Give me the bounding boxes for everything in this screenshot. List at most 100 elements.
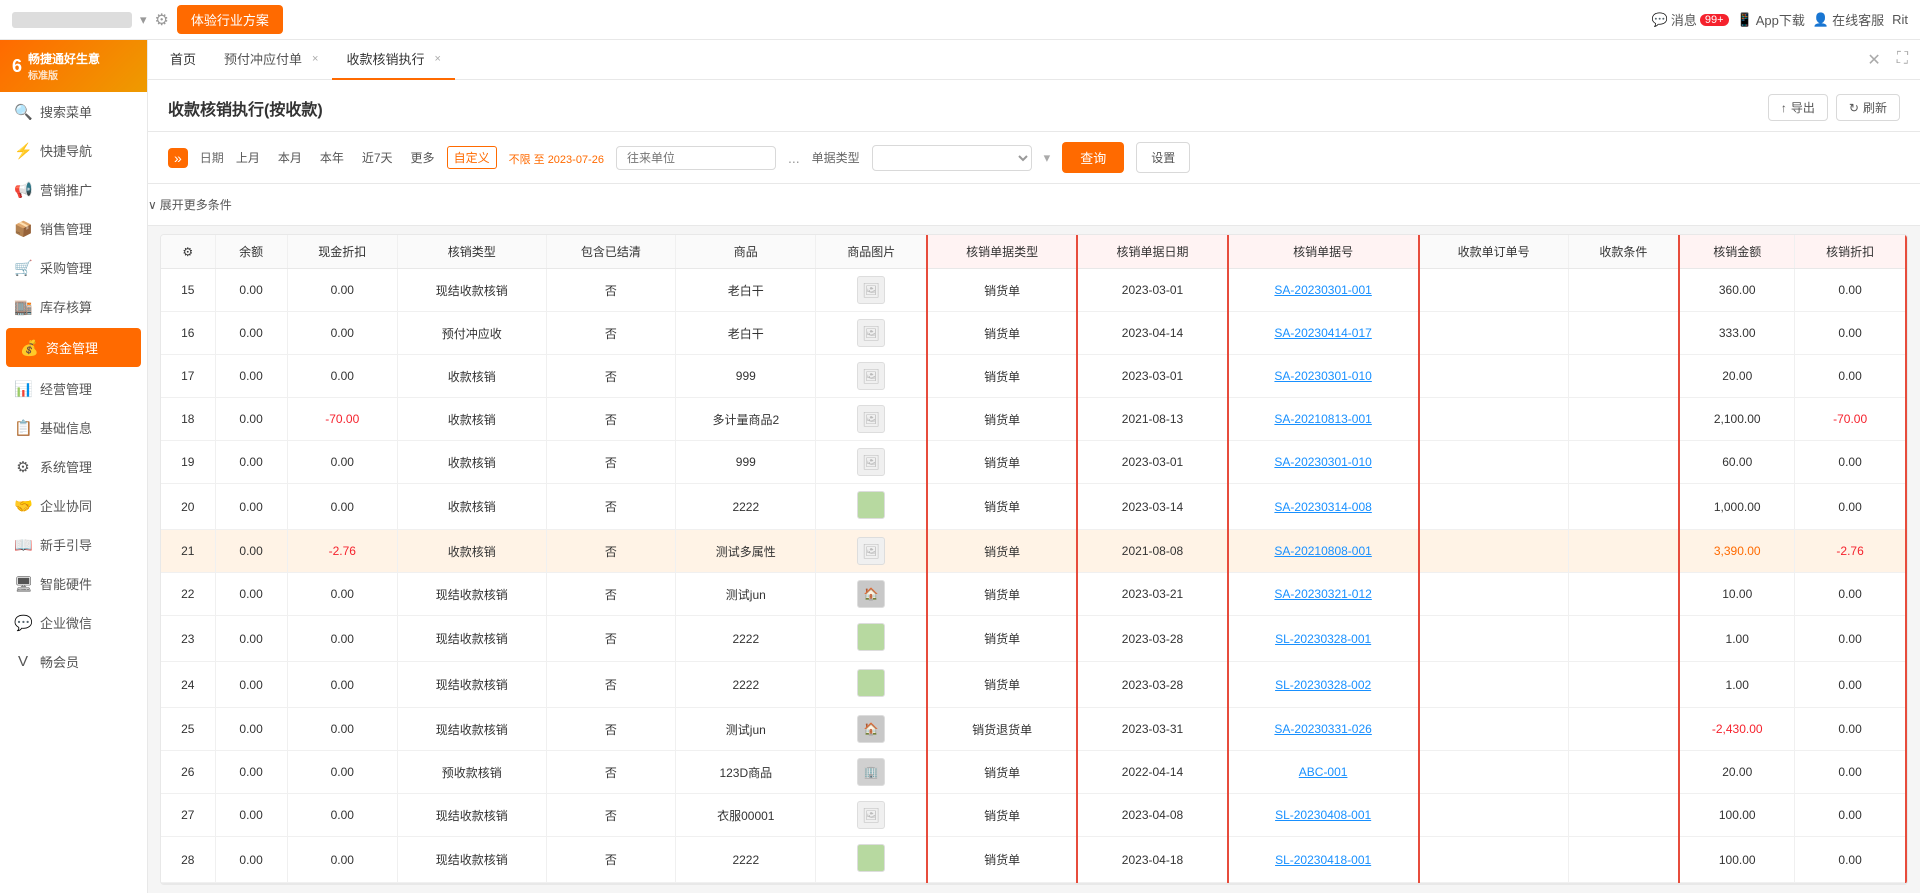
td-bill-date: 2021-08-08 <box>1077 530 1227 573</box>
sidebar-item-nav[interactable]: ⚡快捷导航 <box>0 131 147 170</box>
td-bill-no[interactable]: SA-20230301-001 <box>1228 269 1419 312</box>
date-btn-7days[interactable]: 近7天 <box>356 147 399 168</box>
tab-expand-btn[interactable]: ⛶ <box>1893 46 1912 74</box>
td-amount: 60.00 <box>1679 441 1794 484</box>
td-bill-date: 2023-03-01 <box>1077 441 1227 484</box>
messages-btn[interactable]: 💬 消息 99+ <box>1652 10 1729 29</box>
date-btn-more[interactable]: 更多 <box>405 147 441 168</box>
dropdown-icon[interactable]: ▾ <box>140 12 147 28</box>
sidebar-item-vip[interactable]: V畅会员 <box>0 642 147 681</box>
sidebar-item-marketing[interactable]: 📢营销推广 <box>0 170 147 209</box>
td-bill-no[interactable]: SL-20230328-002 <box>1228 662 1419 708</box>
wechat-icon: 💬 <box>14 614 32 632</box>
td-included: 否 <box>546 398 676 441</box>
td-included: 否 <box>546 662 676 708</box>
td-goods: 老白干 <box>676 269 816 312</box>
refresh-button[interactable]: ↻ 刷新 <box>1836 94 1900 121</box>
operation-icon: 📊 <box>14 380 32 398</box>
td-bill-date: 2022-04-14 <box>1077 751 1227 794</box>
sidebar-item-purchase[interactable]: 🛒采购管理 <box>0 248 147 287</box>
sidebar-item-search[interactable]: 🔍搜索菜单 <box>0 92 147 131</box>
date-btn-last-month[interactable]: 上月 <box>230 147 266 168</box>
filter-bar: » 日期 上月 本月 本年 近7天 更多 自定义 不限 至 2023-07-26… <box>148 132 1920 184</box>
partner-input[interactable] <box>616 146 776 170</box>
th-write-off-discount: 核销折扣 <box>1795 235 1906 269</box>
bill-type-select[interactable] <box>872 145 1032 171</box>
td-goods-img: 🏠 <box>816 573 927 616</box>
td-bill-type: 销货单 <box>927 662 1077 708</box>
product-image-placeholder: 🖼 <box>857 276 885 304</box>
td-bill-no[interactable]: SL-20230328-001 <box>1228 616 1419 662</box>
td-bill-no[interactable]: SL-20230418-001 <box>1228 837 1419 883</box>
settings-icon[interactable]: ⚙ <box>155 10 169 30</box>
sidebar-item-basic[interactable]: 📋基础信息 <box>0 408 147 447</box>
td-order-no <box>1419 708 1569 751</box>
tab-prepay[interactable]: 预付冲应付单 × <box>210 40 332 80</box>
data-table: ⚙ 余额 现金折扣 核销类型 包含已结清 商品 商品图片 核销单据类型 核销单据… <box>161 235 1907 883</box>
td-bill-no[interactable]: SL-20230408-001 <box>1228 794 1419 837</box>
td-balance: 0.00 <box>215 398 287 441</box>
expand-more-btn[interactable]: ∨ 展开更多条件 <box>148 192 1920 217</box>
th-settings[interactable]: ⚙ <box>161 235 215 269</box>
td-cash-discount: -70.00 <box>287 398 397 441</box>
setting-button[interactable]: 设置 <box>1136 142 1190 173</box>
td-goods-img: 🖼 <box>816 530 927 573</box>
solution-button[interactable]: 体验行业方案 <box>177 5 283 34</box>
td-bill-no[interactable]: SA-20230414-017 <box>1228 312 1419 355</box>
purchase-icon: 🛒 <box>14 259 32 277</box>
sidebar-item-guide[interactable]: 📖新手引导 <box>0 525 147 564</box>
username: Rit <box>1892 12 1908 27</box>
sidebar-item-wechat[interactable]: 💬企业微信 <box>0 603 147 642</box>
td-balance: 0.00 <box>215 794 287 837</box>
tab-close-btn[interactable]: ✕ <box>1863 46 1884 74</box>
td-bill-no[interactable]: SA-20230301-010 <box>1228 441 1419 484</box>
td-bill-no[interactable]: SA-20210813-001 <box>1228 398 1419 441</box>
refresh-icon: ↻ <box>1849 101 1859 115</box>
tab-writeoff-close[interactable]: × <box>434 53 440 65</box>
online-service-btn[interactable]: 👤 在线客服 <box>1813 10 1884 29</box>
td-balance: 0.00 <box>215 484 287 530</box>
tab-home[interactable]: 首页 <box>156 40 210 80</box>
td-bill-no[interactable]: SA-20230314-008 <box>1228 484 1419 530</box>
query-button[interactable]: 查询 <box>1062 142 1124 173</box>
export-button[interactable]: ↑ 导出 <box>1768 94 1828 121</box>
td-bill-no[interactable]: SA-20230301-010 <box>1228 355 1419 398</box>
td-bill-no[interactable]: ABC-001 <box>1228 751 1419 794</box>
date-btn-this-month[interactable]: 本月 <box>272 147 308 168</box>
td-bill-no[interactable]: SA-20230331-026 <box>1228 708 1419 751</box>
filter-collapse-btn[interactable]: » <box>168 148 188 168</box>
td-cash-discount: 0.00 <box>287 441 397 484</box>
user-profile[interactable]: Rit <box>1892 12 1908 27</box>
td-bill-no[interactable]: SA-20210808-001 <box>1228 530 1419 573</box>
tab-prepay-close[interactable]: × <box>312 53 318 65</box>
sidebar-item-system[interactable]: ⚙系统管理 <box>0 447 147 486</box>
app-download-btn[interactable]: 📱 App下载 <box>1737 10 1805 29</box>
sidebar-item-sales[interactable]: 📦销售管理 <box>0 209 147 248</box>
td-id: 26 <box>161 751 215 794</box>
td-included: 否 <box>546 616 676 662</box>
vip-icon: V <box>14 653 32 670</box>
td-included: 否 <box>546 355 676 398</box>
date-btn-this-year[interactable]: 本年 <box>314 147 350 168</box>
td-balance: 0.00 <box>215 573 287 616</box>
table-row: 25 0.00 0.00 现结收款核销 否 测试jun 🏠 销货退货单 2023… <box>161 708 1906 751</box>
td-write-off-discount: 0.00 <box>1795 312 1906 355</box>
date-btn-custom[interactable]: 自定义 <box>447 146 497 169</box>
sidebar-item-collab[interactable]: 🤝企业协同 <box>0 486 147 525</box>
td-amount: 333.00 <box>1679 312 1794 355</box>
td-write-off-discount: 0.00 <box>1795 662 1906 708</box>
partner-dots[interactable]: ... <box>788 150 800 166</box>
top-bar-left: ▾ ⚙ 体验行业方案 <box>12 5 1644 34</box>
td-bill-no[interactable]: SA-20230321-012 <box>1228 573 1419 616</box>
sidebar-item-hardware[interactable]: 🖥智能硬件 <box>0 564 147 603</box>
sidebar-item-finance[interactable]: 💰资金管理 <box>6 328 141 367</box>
sidebar-item-operation[interactable]: 📊经营管理 <box>0 369 147 408</box>
sidebar-item-inventory[interactable]: 🏬库存核算 <box>0 287 147 326</box>
data-table-container[interactable]: ⚙ 余额 现金折扣 核销类型 包含已结清 商品 商品图片 核销单据类型 核销单据… <box>160 234 1908 885</box>
td-goods: 测试jun <box>676 708 816 751</box>
td-condition <box>1568 794 1679 837</box>
tab-writeoff[interactable]: 收款核销执行 × <box>332 40 454 80</box>
product-image <box>857 669 885 697</box>
td-order-no <box>1419 312 1569 355</box>
td-goods: 多计量商品2 <box>676 398 816 441</box>
